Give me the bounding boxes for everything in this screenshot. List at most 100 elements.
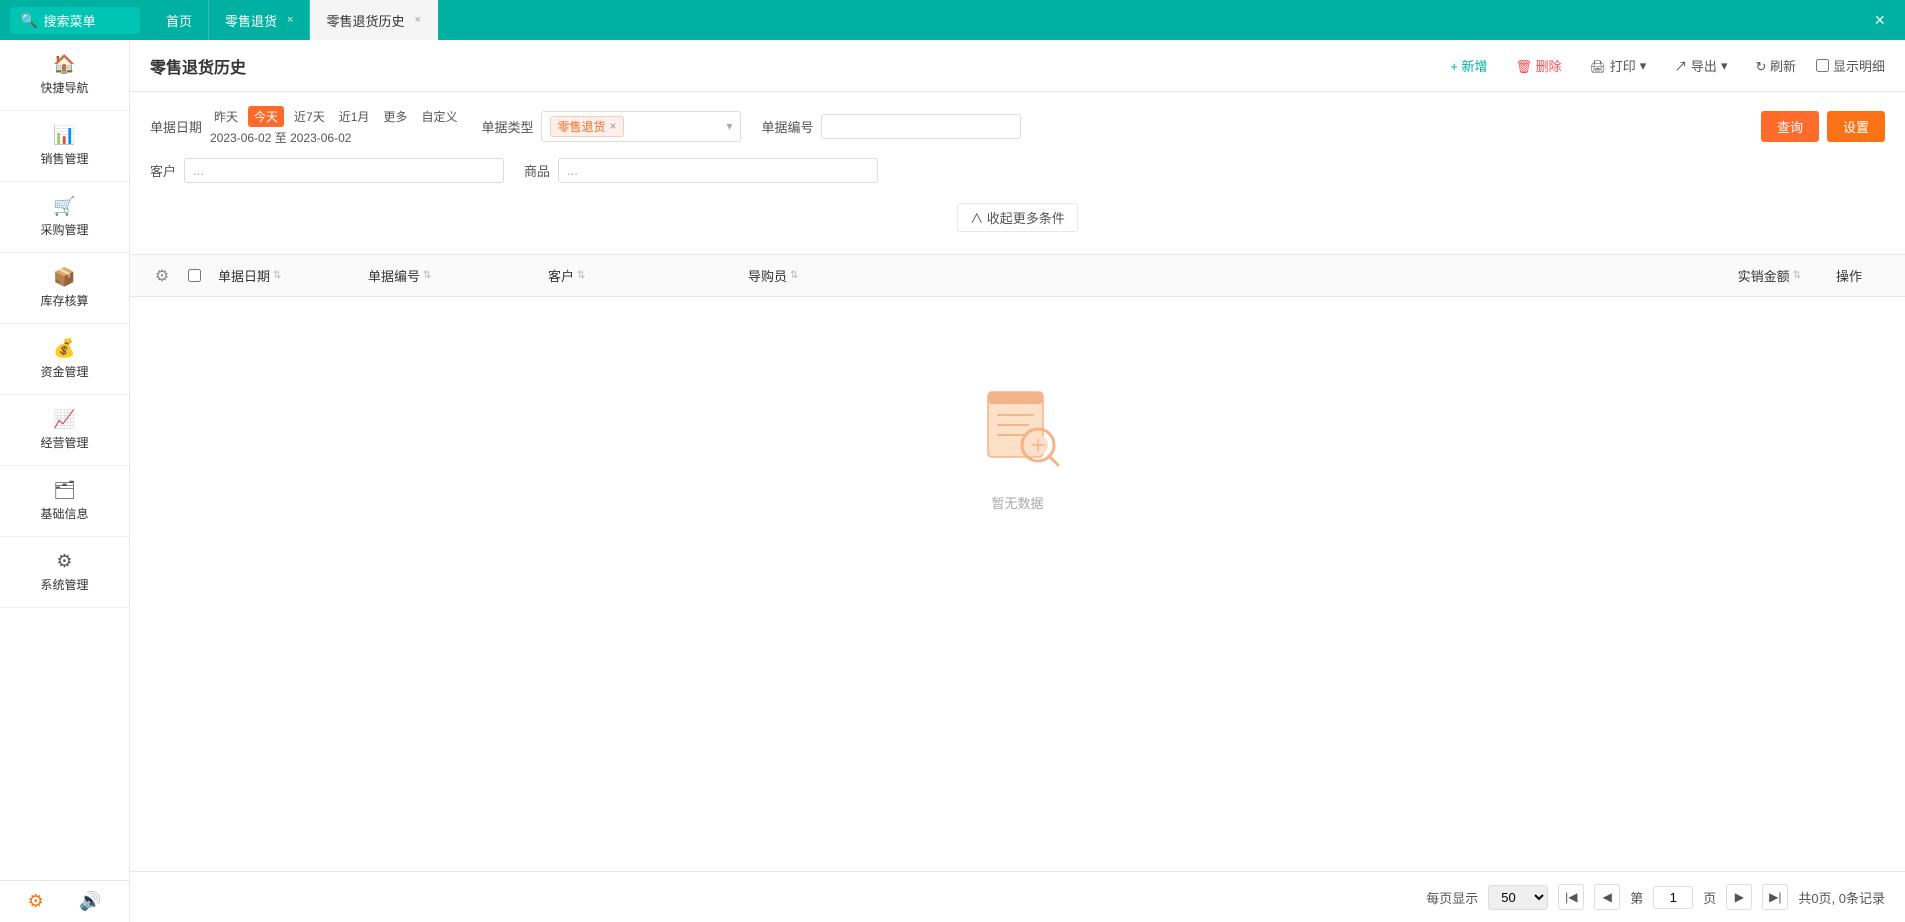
top-bar-right: ×	[1864, 10, 1895, 31]
th-customer-sort[interactable]: ⇅	[577, 270, 585, 281]
header-actions: + 新增 🗑 删除 🖨 打印 ▾ ↗ 导出 ▾ ↻ 刷新 显示明细	[1442, 52, 1885, 79]
type-select-arrow[interactable]: ▾	[726, 119, 732, 133]
tab-retail-return-label: 零售退货	[225, 11, 277, 30]
sidebar-item-base-info-label: 基础信息	[40, 505, 88, 522]
search-box[interactable]: 🔍 搜索菜单	[10, 7, 140, 34]
th-amount-label: 实销金额	[1738, 266, 1790, 285]
sidebar-item-operations-label: 经营管理	[40, 434, 88, 451]
new-button[interactable]: + 新增	[1442, 52, 1495, 79]
goods-filter-group: 商品 ...	[524, 158, 878, 183]
window-close-button[interactable]: ×	[1864, 10, 1895, 31]
sidebar-item-inventory[interactable]: 📦 库存核算	[0, 253, 129, 324]
filter-row-1: 单据日期 昨天 今天 近7天 近1月 更多 自定义 2023-06-02 至 2…	[150, 106, 1885, 146]
date-btn-today[interactable]: 今天	[248, 106, 284, 127]
sidebar-audio-icon[interactable]: 🔊	[79, 891, 101, 912]
tab-retail-return[interactable]: 零售退货 ×	[209, 0, 310, 40]
th-date-label: 单据日期	[218, 266, 270, 285]
customer-filter-label: 客户	[150, 161, 176, 180]
th-actions-label: 操作	[1836, 266, 1862, 285]
page-suffix-label: 页	[1703, 888, 1716, 907]
sidebar-item-base-info[interactable]: 🗂 基础信息	[0, 466, 129, 537]
show-detail-checkbox[interactable]	[1816, 59, 1829, 72]
empty-text: 暂无数据	[991, 493, 1043, 512]
first-page-button[interactable]: |◀	[1558, 884, 1584, 910]
page-label: 第	[1630, 888, 1643, 907]
date-btn-7days[interactable]: 近7天	[290, 106, 329, 127]
prev-page-button[interactable]: ◀	[1594, 884, 1620, 910]
th-date[interactable]: 单据日期 ⇅	[210, 266, 360, 285]
type-filter-group: 单据类型 零售退货 × ▾	[481, 111, 741, 142]
number-filter-input[interactable]	[821, 114, 1021, 139]
th-settings-icon[interactable]: ⚙	[146, 266, 178, 286]
total-info: 共0页, 0条记录	[1798, 888, 1885, 907]
collapse-button[interactable]: ∧ 收起更多条件	[957, 203, 1078, 232]
date-range-display: 2023-06-02 至 2023-06-02	[210, 129, 461, 146]
tab-list: 首页 零售退货 × 零售退货历史 ×	[150, 0, 1864, 40]
settings-button[interactable]: 设置	[1827, 111, 1885, 142]
type-tag-close[interactable]: ×	[609, 119, 616, 133]
customer-filter-select[interactable]: ...	[184, 158, 504, 183]
date-filter-options: 昨天 今天 近7天 近1月 更多 自定义 2023-06-02 至 2023-0…	[210, 106, 461, 146]
print-dropdown-icon[interactable]: ▾	[1640, 58, 1647, 74]
th-guide-sort[interactable]: ⇅	[790, 270, 798, 281]
th-customer[interactable]: 客户 ⇅	[540, 266, 740, 285]
per-page-select[interactable]: 50 10 20 100	[1488, 885, 1548, 910]
delete-button[interactable]: 🗑 删除	[1508, 52, 1570, 79]
print-label: 🖨 打印	[1590, 56, 1636, 75]
tab-retail-return-history-close[interactable]: ×	[414, 14, 420, 26]
th-guide[interactable]: 导购员 ⇅	[740, 266, 1659, 285]
query-button[interactable]: 查询	[1761, 111, 1819, 142]
refresh-button[interactable]: ↻ 刷新	[1747, 52, 1804, 79]
tab-home[interactable]: 首页	[150, 0, 209, 40]
last-page-button[interactable]: ▶|	[1762, 884, 1788, 910]
export-dropdown-icon[interactable]: ▾	[1721, 58, 1728, 74]
show-detail-checkbox-label[interactable]: 显示明细	[1816, 56, 1885, 75]
sidebar: 🏠 快捷导航 📊 销售管理 🛒 采购管理 📦 库存核算 💰 资金管理 📈 经营管…	[0, 40, 130, 922]
goods-filter-select[interactable]: ...	[558, 158, 878, 183]
operations-icon: 📈	[53, 409, 75, 430]
date-btn-more[interactable]: 更多	[379, 106, 411, 127]
sidebar-item-system[interactable]: ⚙ 系统管理	[0, 537, 129, 608]
date-btn-1month[interactable]: 近1月	[335, 106, 374, 127]
empty-icon	[968, 377, 1068, 477]
filter-area: 单据日期 昨天 今天 近7天 近1月 更多 自定义 2023-06-02 至 2…	[130, 92, 1905, 255]
sidebar-item-finance[interactable]: 💰 资金管理	[0, 324, 129, 395]
sidebar-item-system-label: 系统管理	[40, 576, 88, 593]
sidebar-item-sales-label: 销售管理	[40, 150, 88, 167]
sidebar-settings-icon[interactable]: ⚙	[28, 891, 44, 912]
tab-retail-return-close[interactable]: ×	[287, 14, 293, 26]
search-icon: 🔍	[20, 12, 37, 29]
page-number-input[interactable]	[1653, 886, 1693, 909]
sidebar-item-operations[interactable]: 📈 经营管理	[0, 395, 129, 466]
print-button[interactable]: 🖨 打印 ▾	[1582, 52, 1655, 79]
show-detail-label: 显示明细	[1833, 56, 1885, 75]
th-number-label: 单据编号	[368, 266, 420, 285]
goods-filter-label: 商品	[524, 161, 550, 180]
th-checkbox[interactable]	[178, 269, 210, 282]
per-page-label: 每页显示	[1426, 888, 1478, 907]
tab-retail-return-history[interactable]: 零售退货历史 ×	[310, 0, 437, 40]
sidebar-item-purchase[interactable]: 🛒 采购管理	[0, 182, 129, 253]
date-filter-label: 单据日期	[150, 117, 202, 136]
search-label: 搜索菜单	[43, 11, 95, 30]
export-button[interactable]: ↗ 导出 ▾	[1666, 52, 1735, 79]
next-page-button[interactable]: ▶	[1726, 884, 1752, 910]
action-buttons: 查询 设置	[1761, 111, 1885, 142]
th-date-sort[interactable]: ⇅	[273, 270, 281, 281]
th-amount-sort[interactable]: ⇅	[1793, 270, 1801, 281]
date-btn-custom[interactable]: 自定义	[417, 106, 461, 127]
sidebar-item-sales[interactable]: 📊 销售管理	[0, 111, 129, 182]
pagination: 每页显示 50 10 20 100 |◀ ◀ 第 页 ▶ ▶| 共0页, 0条记…	[130, 871, 1905, 922]
purchase-icon: 🛒	[53, 196, 75, 217]
number-filter-group: 单据编号	[761, 114, 1021, 139]
th-amount[interactable]: 实销金额 ⇅	[1659, 266, 1809, 285]
th-number-sort[interactable]: ⇅	[423, 270, 431, 281]
select-all-checkbox[interactable]	[188, 269, 201, 282]
sidebar-item-quick-nav-label: 快捷导航	[40, 79, 88, 96]
tab-home-label: 首页	[166, 11, 192, 30]
th-number[interactable]: 单据编号 ⇅	[360, 266, 540, 285]
sidebar-item-quick-nav[interactable]: 🏠 快捷导航	[0, 40, 129, 111]
date-btn-yesterday[interactable]: 昨天	[210, 106, 242, 127]
type-tag-value: 零售退货	[557, 118, 605, 135]
type-filter-select[interactable]: 零售退货 × ▾	[541, 111, 741, 142]
